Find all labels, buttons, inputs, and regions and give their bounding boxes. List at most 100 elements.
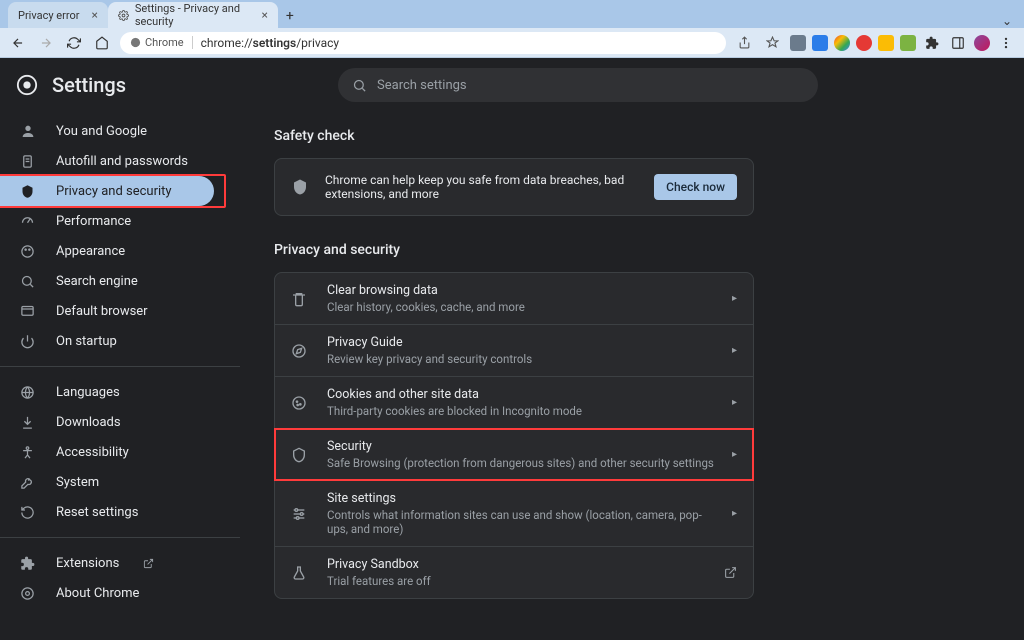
sidebar-item-default-browser[interactable]: Default browser — [0, 296, 214, 326]
globe-icon — [20, 385, 38, 400]
tab-strip: Privacy error × Settings - Privacy and s… — [0, 0, 1024, 28]
row-subtitle: Controls what information sites can use … — [327, 508, 714, 536]
sidebar-item-label: Downloads — [56, 415, 121, 430]
row-subtitle: Review key privacy and security controls — [327, 352, 714, 366]
browser-toolbar: Chrome chrome://settings/privacy — [0, 28, 1024, 58]
tab-title: Privacy error — [18, 9, 79, 22]
safety-check-card: Chrome can help keep you safe from data … — [274, 158, 754, 216]
sidebar-item-privacy-security[interactable]: Privacy and security — [0, 176, 214, 206]
extension-icon[interactable] — [900, 35, 916, 51]
page-title: Settings — [52, 73, 126, 97]
site-chip-label: Chrome — [145, 36, 184, 49]
external-link-icon — [143, 558, 154, 569]
close-icon[interactable]: × — [91, 8, 97, 22]
clipboard-icon — [20, 154, 38, 169]
chrome-outline-icon — [20, 586, 38, 601]
safety-check-text: Chrome can help keep you safe from data … — [325, 173, 638, 201]
share-icon[interactable] — [734, 33, 754, 53]
bookmark-icon[interactable] — [762, 33, 782, 53]
browser-icon — [20, 304, 38, 319]
sidebar-item-label: Extensions — [56, 556, 119, 571]
extension-icons — [790, 33, 1016, 53]
sidebar-item-extensions[interactable]: Extensions — [0, 548, 214, 578]
trash-icon — [291, 291, 309, 307]
menu-dots-icon[interactable] — [996, 33, 1016, 53]
sidebar-item-about[interactable]: About Chrome — [0, 578, 214, 608]
chevron-right-icon: ▸ — [732, 508, 737, 519]
settings-header: Settings Search settings — [0, 58, 1024, 112]
new-tab-button[interactable]: + — [278, 4, 302, 28]
accessibility-icon — [20, 445, 38, 460]
sidebar-item-on-startup[interactable]: On startup — [0, 326, 214, 356]
speedometer-icon — [20, 214, 38, 229]
check-now-button[interactable]: Check now — [654, 174, 737, 200]
search-input[interactable]: Search settings — [338, 68, 818, 102]
shield-icon — [291, 447, 309, 463]
sidebar-item-accessibility[interactable]: Accessibility — [0, 437, 214, 467]
power-icon — [20, 334, 38, 349]
sidebar-item-label: Default browser — [56, 304, 148, 319]
sidebar-item-label: Reset settings — [56, 505, 138, 520]
extensions-puzzle-icon[interactable] — [922, 33, 942, 53]
row-title: Privacy Guide — [327, 335, 714, 350]
sidebar-item-downloads[interactable]: Downloads — [0, 407, 214, 437]
extension-icon[interactable] — [790, 35, 806, 51]
row-cookies[interactable]: Cookies and other site dataThird-party c… — [275, 377, 753, 429]
flask-icon — [291, 565, 309, 581]
row-site-settings[interactable]: Site settingsControls what information s… — [275, 481, 753, 547]
sidepanel-icon[interactable] — [948, 33, 968, 53]
extension-icon[interactable] — [834, 35, 850, 51]
row-title: Security — [327, 439, 714, 454]
address-bar[interactable]: Chrome chrome://settings/privacy — [120, 32, 726, 54]
row-clear-browsing-data[interactable]: Clear browsing dataClear history, cookie… — [275, 273, 753, 325]
browser-chrome: Privacy error × Settings - Privacy and s… — [0, 0, 1024, 58]
row-privacy-sandbox[interactable]: Privacy SandboxTrial features are off — [275, 547, 753, 598]
divider — [0, 537, 240, 538]
extension-icon[interactable] — [878, 35, 894, 51]
gear-icon — [118, 9, 129, 21]
window-caption-dropdown[interactable]: ⌄ — [1002, 14, 1024, 28]
restore-icon — [20, 505, 38, 520]
url-text: chrome://settings/privacy — [201, 36, 339, 50]
close-icon[interactable]: × — [261, 8, 267, 22]
tab-settings[interactable]: Settings - Privacy and security × — [108, 2, 278, 28]
site-chip[interactable]: Chrome — [130, 36, 193, 49]
chevron-right-icon: ▸ — [732, 397, 737, 408]
wrench-icon — [20, 475, 38, 490]
sidebar-item-label: On startup — [56, 334, 117, 349]
tab-privacy-error[interactable]: Privacy error × — [8, 2, 108, 28]
sidebar-item-autofill[interactable]: Autofill and passwords — [0, 146, 214, 176]
sidebar-item-label: System — [56, 475, 99, 490]
back-button[interactable] — [8, 33, 28, 53]
row-subtitle: Trial features are off — [327, 574, 706, 588]
sidebar-item-label: About Chrome — [56, 586, 139, 601]
row-title: Clear browsing data — [327, 283, 714, 298]
main-content: Safety check Chrome can help keep you sa… — [240, 58, 1024, 640]
section-title-safety: Safety check — [274, 128, 1024, 144]
extension-icon[interactable] — [812, 35, 828, 51]
puzzle-icon — [20, 556, 38, 571]
chevron-right-icon: ▸ — [732, 293, 737, 304]
sidebar-item-performance[interactable]: Performance — [0, 206, 214, 236]
sidebar-item-label: Languages — [56, 385, 120, 400]
row-subtitle: Third-party cookies are blocked in Incog… — [327, 404, 714, 418]
extension-icon[interactable] — [856, 35, 872, 51]
sidebar: You and Google Autofill and passwords Pr… — [0, 58, 240, 640]
sidebar-item-you-and-google[interactable]: You and Google — [0, 116, 214, 146]
forward-button[interactable] — [36, 33, 56, 53]
sidebar-item-label: Appearance — [56, 244, 125, 259]
sidebar-item-system[interactable]: System — [0, 467, 214, 497]
sidebar-item-appearance[interactable]: Appearance — [0, 236, 214, 266]
home-button[interactable] — [92, 33, 112, 53]
reload-button[interactable] — [64, 33, 84, 53]
row-privacy-guide[interactable]: Privacy Guide Review key privacy and secu… — [275, 325, 753, 377]
sidebar-item-label: Accessibility — [56, 445, 129, 460]
search-icon — [20, 274, 38, 289]
profile-avatar[interactable] — [974, 35, 990, 51]
compass-icon — [291, 343, 309, 359]
row-security[interactable]: SecuritySafe Browsing (protection from d… — [275, 429, 753, 481]
person-icon — [20, 123, 38, 139]
sidebar-item-languages[interactable]: Languages — [0, 377, 214, 407]
sidebar-item-search-engine[interactable]: Search engine — [0, 266, 214, 296]
sidebar-item-reset[interactable]: Reset settings — [0, 497, 214, 527]
